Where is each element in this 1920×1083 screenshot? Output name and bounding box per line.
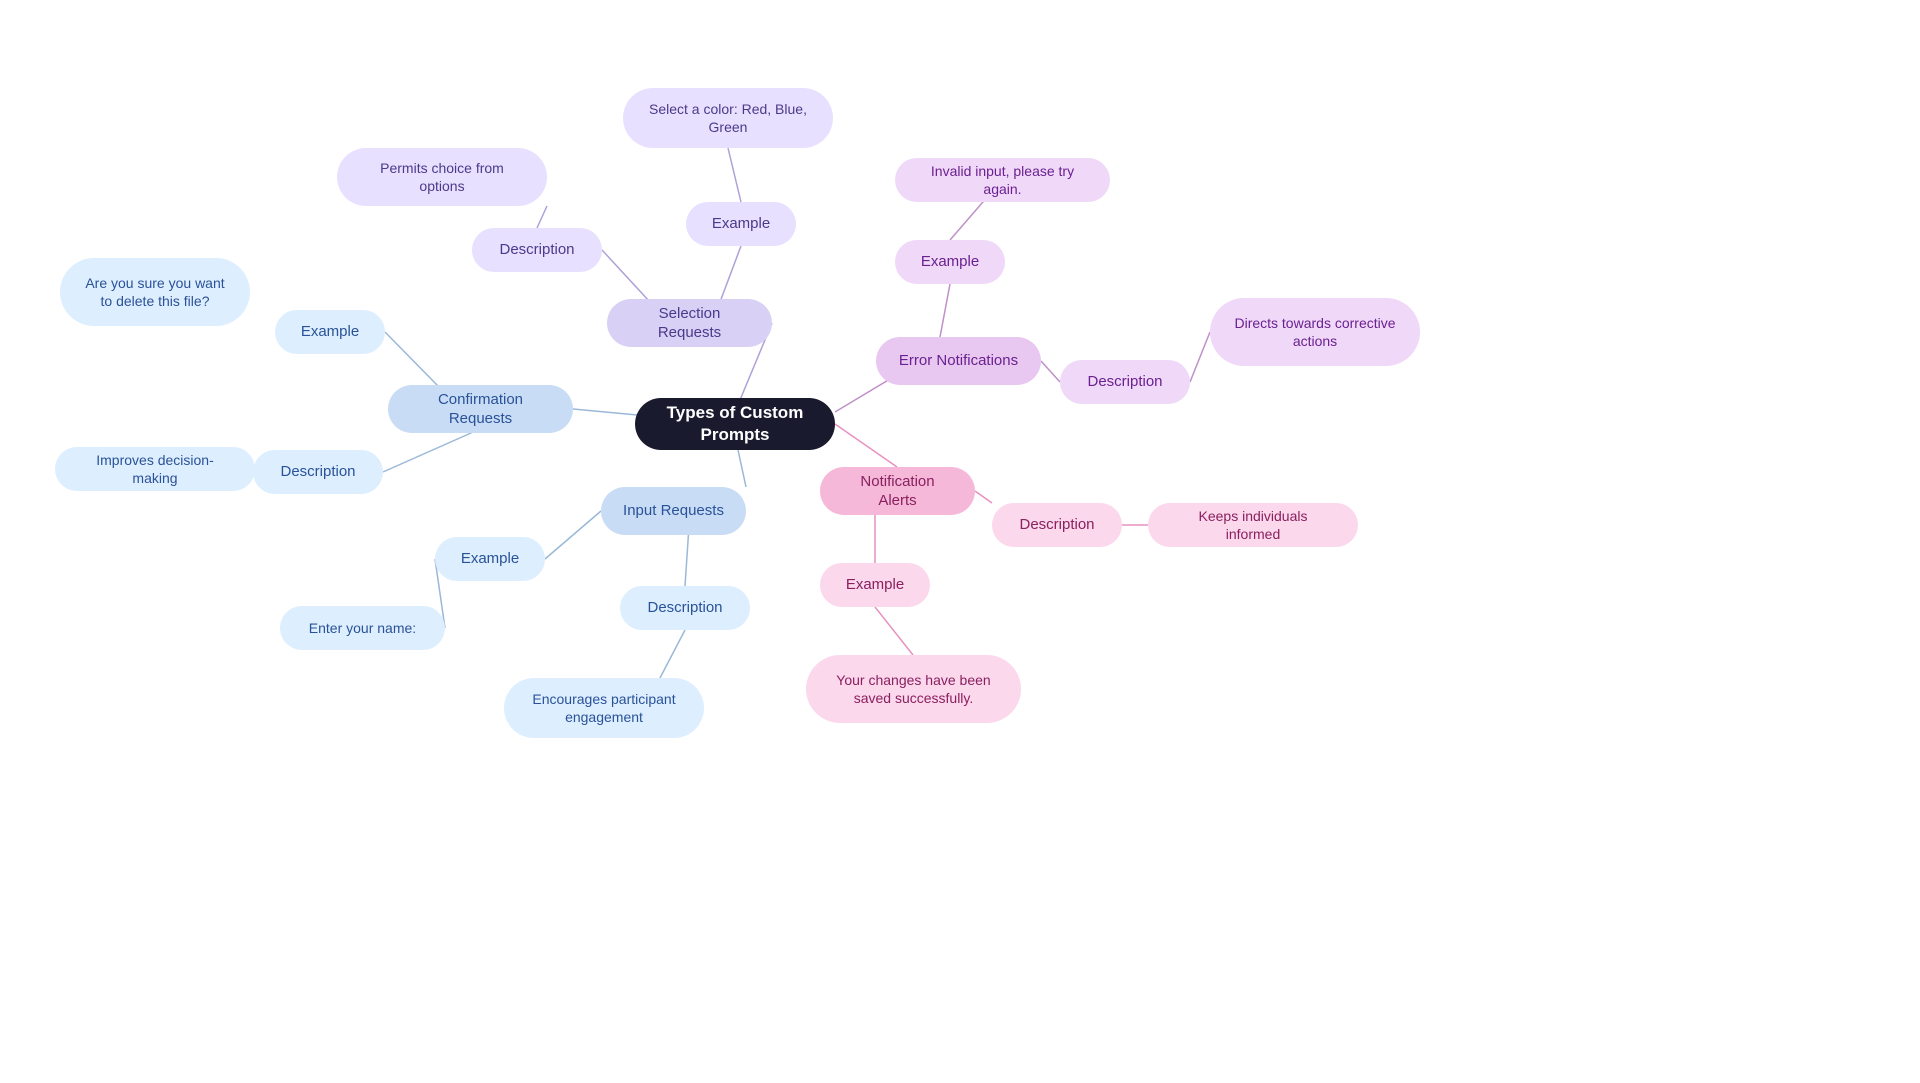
- enter-name-node: Enter your name:: [280, 606, 445, 650]
- input-description-node: Description: [620, 586, 750, 630]
- center-node: Types of Custom Prompts: [635, 398, 835, 450]
- error-example-node: Example: [895, 240, 1005, 284]
- selection-description-node: Description: [472, 228, 602, 272]
- selection-example-node: Example: [686, 202, 796, 246]
- invalid-input-node: Invalid input, please try again.: [895, 158, 1110, 202]
- input-example-node: Example: [435, 537, 545, 581]
- improves-decision-making-node: Improves decision-making: [55, 447, 255, 491]
- confirmation-requests-node: Confirmation Requests: [388, 385, 573, 433]
- select-color-node: Select a color: Red, Blue, Green: [623, 88, 833, 148]
- input-requests-node: Input Requests: [601, 487, 746, 535]
- error-description-node: Description: [1060, 360, 1190, 404]
- notification-example-node: Example: [820, 563, 930, 607]
- changes-saved-node: Your changes have been saved successfull…: [806, 655, 1021, 723]
- directs-corrective-node: Directs towards corrective actions: [1210, 298, 1420, 366]
- encourages-engagement-node: Encourages participant engagement: [504, 678, 704, 738]
- error-notifications-node: Error Notifications: [876, 337, 1041, 385]
- notification-alerts-node: Notification Alerts: [820, 467, 975, 515]
- permits-choice-node: Permits choice from options: [337, 148, 547, 206]
- keeps-informed-node: Keeps individuals informed: [1148, 503, 1358, 547]
- are-you-sure-node: Are you sure you want to delete this fil…: [60, 258, 250, 326]
- selection-requests-node: Selection Requests: [607, 299, 772, 347]
- confirmation-description-node: Description: [253, 450, 383, 494]
- notification-description-node: Description: [992, 503, 1122, 547]
- confirmation-example-node: Example: [275, 310, 385, 354]
